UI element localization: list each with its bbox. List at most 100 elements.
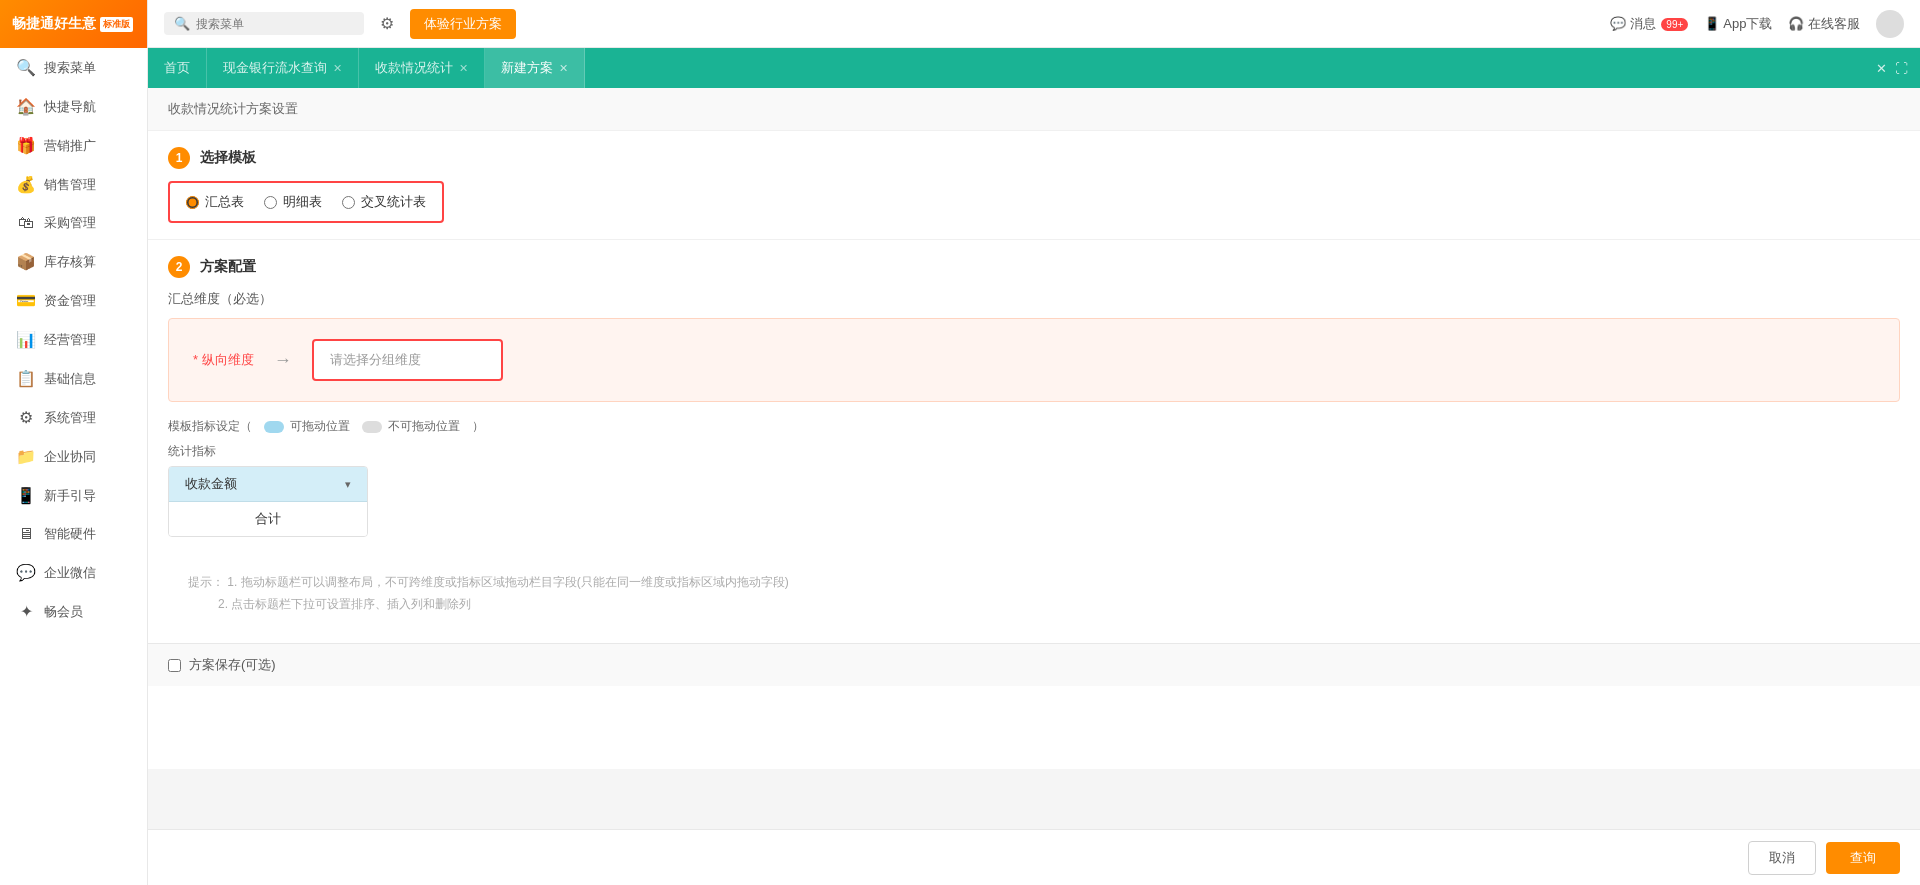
tab-actions[interactable]: ✕ ⛶ <box>1864 48 1920 88</box>
sidebar-item-新手引导[interactable]: 📱新手引导 <box>0 476 147 515</box>
tip1-text: 1. 拖动标题栏可以调整布局，不可跨维度或指标区域拖动栏目字段(只能在同一维度或… <box>227 575 788 589</box>
sidebar-label: 采购管理 <box>44 214 96 232</box>
template-summary[interactable]: 汇总表 <box>186 193 244 211</box>
search-box[interactable]: 🔍 <box>164 12 364 35</box>
legend-non-draggable-label: 不可拖动位置 <box>388 418 460 435</box>
sidebar-label: 新手引导 <box>44 487 96 505</box>
template-detail-label: 明细表 <box>283 193 322 211</box>
search-icon: 🔍 <box>174 16 190 31</box>
step2-header: 2 方案配置 <box>168 256 1900 278</box>
step2-number: 2 <box>168 256 190 278</box>
step1-number: 1 <box>168 147 190 169</box>
sidebar-item-销售管理[interactable]: 💰 销售管理 <box>0 165 147 204</box>
step1-header: 1 选择模板 <box>168 147 1900 169</box>
template-detail-radio[interactable] <box>264 196 277 209</box>
sidebar-item-快捷导航[interactable]: 🏠 快捷导航 <box>0 87 147 126</box>
service-icon: 🎧 <box>1788 16 1804 31</box>
sidebar-label: 搜索菜单 <box>44 59 96 77</box>
stat-label: 统计指标 <box>168 443 1900 460</box>
sidebar-item-基础信息[interactable]: 📋基础信息 <box>0 359 147 398</box>
sidebar-label: 系统管理 <box>44 409 96 427</box>
dim-arrow-icon: → <box>274 350 292 371</box>
sidebar-item-经营管理[interactable]: 📊经营管理 <box>0 320 147 359</box>
metric-section: 模板指标设定（ 可拖动位置 不可拖动位置 ） 统计指标 <box>168 418 1900 540</box>
template-cross-radio[interactable] <box>342 196 355 209</box>
sidebar-item-系统管理[interactable]: ⚙系统管理 <box>0 398 147 437</box>
save-label: 方案保存(可选) <box>189 656 276 674</box>
metric-chevron-icon[interactable]: ▾ <box>345 478 351 491</box>
legend-draggable-label: 可拖动位置 <box>290 418 350 435</box>
template-detail[interactable]: 明细表 <box>264 193 322 211</box>
save-checkbox[interactable] <box>168 659 181 672</box>
metric-settings-label: 模板指标设定（ <box>168 418 252 435</box>
cancel-button[interactable]: 取消 <box>1748 841 1816 875</box>
query-button[interactable]: 查询 <box>1826 842 1900 874</box>
user-avatar[interactable] <box>1876 10 1904 38</box>
step2-section: 2 方案配置 汇总维度（必选） * 纵向维度 → 请选择分组维度 模板指标 <box>148 239 1920 643</box>
dimension-area: * 纵向维度 → 请选择分组维度 <box>168 318 1900 402</box>
sidebar-label: 基础信息 <box>44 370 96 388</box>
gear-icon[interactable]: ⚙ <box>380 14 394 33</box>
tab-现金银行流水查询[interactable]: 现金银行流水查询 ✕ <box>207 48 359 88</box>
legend-non-draggable: 不可拖动位置 <box>362 418 460 435</box>
sidebar-label: 企业微信 <box>44 564 96 582</box>
sidebar-item-企业微信[interactable]: 💬企业微信 <box>0 553 147 592</box>
template-cross[interactable]: 交叉统计表 <box>342 193 426 211</box>
sidebar-icon: 🛍 <box>16 214 36 232</box>
sidebar-label: 销售管理 <box>44 176 96 194</box>
sidebar-icon: 💰 <box>16 175 36 194</box>
tab-close-icon[interactable]: ✕ <box>559 62 568 75</box>
dim-select[interactable]: 请选择分组维度 <box>312 339 503 381</box>
sidebar-item-资金管理[interactable]: 💳资金管理 <box>0 281 147 320</box>
sidebar-icon: 🏠 <box>16 97 36 116</box>
metric-legend-close: ） <box>472 418 484 435</box>
metric-column-area: 统计指标 收款金额 ▾ 合计 <box>168 443 1900 540</box>
tab-收款情况统计[interactable]: 收款情况统计 ✕ <box>359 48 485 88</box>
dimension-group: 汇总维度（必选） <box>168 290 1900 308</box>
step2-label: 方案配置 <box>200 258 256 276</box>
sidebar-item-搜索菜单[interactable]: 🔍搜索菜单 <box>0 48 147 87</box>
sidebar-item-畅会员[interactable]: ✦畅会员 <box>0 592 147 631</box>
save-section: 方案保存(可选) <box>148 643 1920 686</box>
sidebar-item-采购管理[interactable]: 🛍 采购管理 <box>0 204 147 242</box>
sidebar-icon: 📦 <box>16 252 36 271</box>
sidebar-logo: 畅捷通好生意 标准版 <box>0 0 147 48</box>
tips-section: 提示： 1. 拖动标题栏可以调整布局，不可跨维度或指标区域拖动栏目字段(只能在同… <box>168 560 1900 627</box>
template-summary-radio[interactable] <box>186 196 199 209</box>
main-area: 🔍 ⚙ 体验行业方案 💬 消息 99+ 📱 App下载 🎧 在线客服 首页现金银… <box>148 0 1920 885</box>
topbar: 🔍 ⚙ 体验行业方案 💬 消息 99+ 📱 App下载 🎧 在线客服 <box>148 0 1920 48</box>
tab-label: 现金银行流水查询 <box>223 59 327 77</box>
metric-table-row: 合计 <box>169 502 367 536</box>
step1-label: 选择模板 <box>200 149 256 167</box>
metric-table-header: 收款金额 ▾ <box>169 467 367 502</box>
sidebar-label: 企业协同 <box>44 448 96 466</box>
topbar-right: 💬 消息 99+ 📱 App下载 🎧 在线客服 <box>1610 10 1904 38</box>
tab-label: 首页 <box>164 59 190 77</box>
tip2-text: 2. 点击标题栏下拉可设置排序、插入列和删除列 <box>218 597 471 611</box>
tab-首页[interactable]: 首页 <box>148 48 207 88</box>
sidebar-item-企业协同[interactable]: 📁 企业协同 <box>0 437 147 476</box>
sidebar-label: 营销推广 <box>44 137 96 155</box>
notification-area[interactable]: 💬 消息 99+ <box>1610 15 1688 33</box>
sidebar-icon: 🖥 <box>16 525 36 543</box>
sidebar-item-智能硬件[interactable]: 🖥智能硬件 <box>0 515 147 553</box>
metric-header-row: 模板指标设定（ 可拖动位置 不可拖动位置 ） <box>168 418 1900 435</box>
sidebar-icon: 📁 <box>16 447 36 466</box>
sidebar-icon: 💳 <box>16 291 36 310</box>
maximize-icon[interactable]: ⛶ <box>1895 61 1908 76</box>
search-input[interactable] <box>196 17 336 31</box>
close-all-icon[interactable]: ✕ <box>1876 61 1887 76</box>
sidebar-label: 畅会员 <box>44 603 83 621</box>
download-area[interactable]: 📱 App下载 <box>1704 15 1772 33</box>
tab-新建方案[interactable]: 新建方案 ✕ <box>485 48 585 88</box>
sidebar-item-库存核算[interactable]: 📦库存核算 <box>0 242 147 281</box>
service-area[interactable]: 🎧 在线客服 <box>1788 15 1860 33</box>
sidebar-item-营销推广[interactable]: 🎁营销推广 <box>0 126 147 165</box>
sidebar: 畅捷通好生意 标准版 🔍搜索菜单 🏠 快捷导航 🎁营销推广 💰 销售管理 🛍 采购管理 📦库存核… <box>0 0 148 885</box>
footer: 取消 查询 <box>148 829 1920 885</box>
tab-close-icon[interactable]: ✕ <box>459 62 468 75</box>
sidebar-label: 快捷导航 <box>44 98 96 116</box>
trial-button[interactable]: 体验行业方案 <box>410 9 516 39</box>
notification-icon: 💬 <box>1610 16 1626 31</box>
tab-close-icon[interactable]: ✕ <box>333 62 342 75</box>
